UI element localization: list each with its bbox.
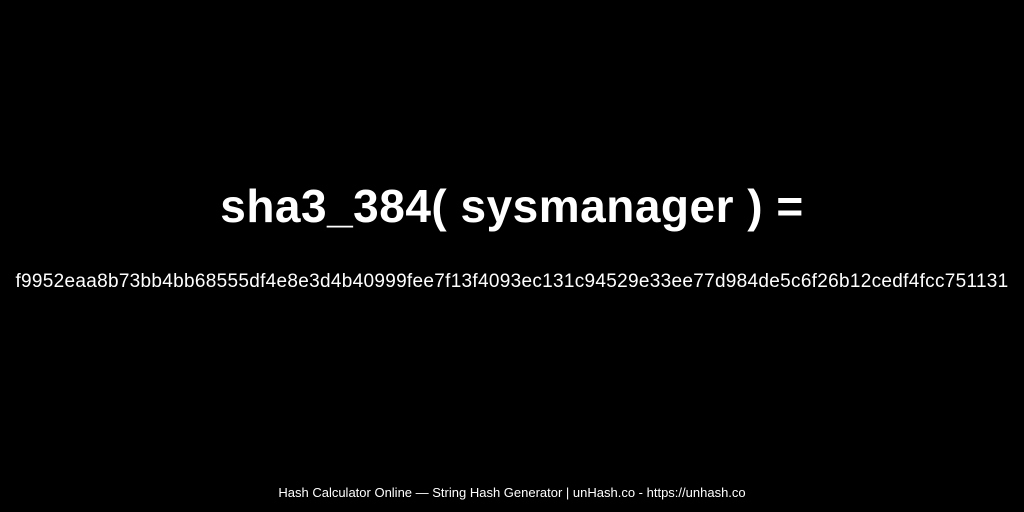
- footer-text: Hash Calculator Online — String Hash Gen…: [278, 485, 745, 500]
- hash-display-container: sha3_384( sysmanager ) = f9952eaa8b73bb4…: [0, 0, 1024, 512]
- hash-expression: sha3_384( sysmanager ) =: [220, 179, 804, 233]
- footer-attribution: Hash Calculator Online — String Hash Gen…: [0, 485, 1024, 500]
- hash-output-value: f9952eaa8b73bb4bb68555df4e8e3d4b40999fee…: [15, 271, 1008, 293]
